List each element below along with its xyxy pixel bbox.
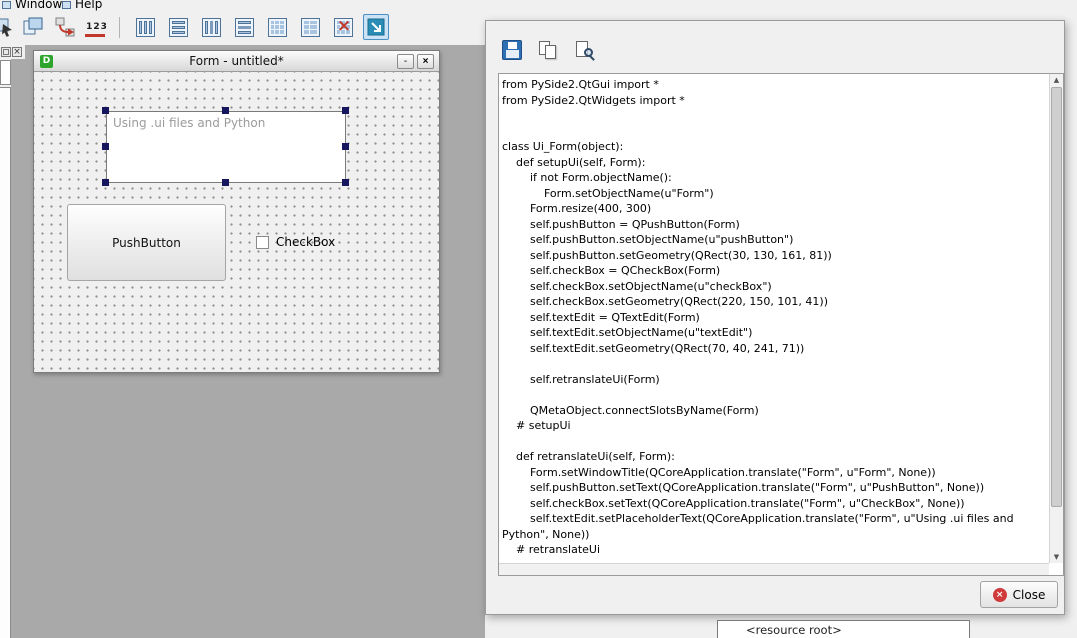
copy-button[interactable] xyxy=(534,36,562,64)
layout-vertical-icon xyxy=(169,18,188,37)
adjust-size-icon xyxy=(366,17,386,37)
close-icon: × xyxy=(993,588,1007,602)
selection-handle-bottom-center[interactable] xyxy=(222,179,229,186)
toolbar-button-layout-vertical[interactable] xyxy=(165,14,191,40)
toolbar-button-layout-grid[interactable] xyxy=(264,14,290,40)
close-button[interactable]: × Close xyxy=(980,581,1058,608)
menu-window-label: Window xyxy=(15,0,62,11)
checkbox-widget[interactable]: CheckBox xyxy=(256,235,335,249)
break-layout-icon: × xyxy=(334,18,353,37)
toolbar-separator xyxy=(119,17,120,38)
widget-box-dock-edge[interactable] xyxy=(0,87,11,638)
code-preview-toolbar xyxy=(498,36,598,64)
form-minimize-button[interactable]: - xyxy=(397,54,414,69)
close-button-label: Close xyxy=(1013,588,1046,602)
form-window-title: Form - untitled* xyxy=(34,54,439,68)
resource-browser-panel: <resource root> xyxy=(717,620,970,638)
help-menu-icon xyxy=(62,1,71,9)
qt-designer-window: Window Help 123 xyxy=(0,0,1077,638)
toolbar-button-break-layout[interactable]: × xyxy=(330,14,356,40)
menu-bar: Window Help xyxy=(0,0,1077,12)
scroll-up-arrow[interactable]: ▲ xyxy=(1050,74,1063,86)
find-button[interactable] xyxy=(570,36,598,64)
scroll-down-arrow[interactable]: ▼ xyxy=(1050,551,1063,563)
selection-handle-top-left[interactable] xyxy=(102,107,109,114)
menu-help[interactable]: Help xyxy=(62,0,102,12)
toolbar-button-edit-widgets[interactable] xyxy=(0,14,17,40)
textedit-widget[interactable]: Using .ui files and Python xyxy=(106,111,346,183)
toolbar-button-edit-tab-order[interactable]: 123 xyxy=(84,14,110,40)
layout-horizontal-icon xyxy=(136,18,155,37)
selection-handle-middle-right[interactable] xyxy=(342,143,349,150)
layout-grid-icon xyxy=(268,18,287,37)
code-preview-dialog: from PySide2.QtGui import * from PySide2… xyxy=(485,20,1065,615)
edit-buddies-icon xyxy=(55,17,75,37)
toolbar-button-layout-vertical-splitter[interactable] xyxy=(231,14,257,40)
checkbox-indicator[interactable] xyxy=(256,236,269,249)
toolbar-button-edit-buddies[interactable] xyxy=(52,14,78,40)
find-icon xyxy=(574,40,594,60)
toolbar-button-layout-horizontal-splitter[interactable] xyxy=(198,14,224,40)
menu-window[interactable]: Window xyxy=(2,0,62,12)
selection-handle-bottom-left[interactable] xyxy=(102,179,109,186)
pushbutton-widget[interactable]: PushButton xyxy=(67,204,226,281)
form-editor-window: D Form - untitled* - × Using .ui files a… xyxy=(33,50,440,373)
toolbar-button-edit-signals-slots[interactable] xyxy=(20,14,46,40)
save-icon xyxy=(502,40,522,60)
dock-close-button[interactable] xyxy=(12,47,22,57)
edit-widgets-icon xyxy=(0,17,14,37)
window-menu-icon xyxy=(2,1,11,9)
selection-handle-top-center[interactable] xyxy=(222,107,229,114)
menu-help-label: Help xyxy=(75,0,102,11)
layout-vertical-splitter-icon xyxy=(235,18,254,37)
scrollbar-handle[interactable] xyxy=(1051,87,1062,507)
layout-horizontal-splitter-icon xyxy=(202,18,221,37)
edit-signals-slots-icon xyxy=(23,17,43,37)
form-close-button[interactable]: × xyxy=(417,54,434,69)
dock-float-button[interactable] xyxy=(1,47,11,57)
selection-handle-bottom-right[interactable] xyxy=(342,179,349,186)
main-toolbar: 123 × xyxy=(0,12,485,45)
selection-handle-middle-left[interactable] xyxy=(102,143,109,150)
horizontal-scrollbar[interactable] xyxy=(499,563,1049,575)
selection-handle-top-right[interactable] xyxy=(342,107,349,114)
save-button[interactable] xyxy=(498,36,526,64)
generated-code-text[interactable]: from PySide2.QtGui import * from PySide2… xyxy=(502,77,1047,561)
code-viewer: from PySide2.QtGui import * from PySide2… xyxy=(498,73,1064,576)
edit-tab-order-icon: 123 xyxy=(86,22,108,32)
toolbar-button-layout-form[interactable] xyxy=(297,14,323,40)
dock-filter-box[interactable] xyxy=(0,60,11,85)
toolbar-button-adjust-size[interactable] xyxy=(363,14,389,40)
resource-root-item[interactable]: <resource root> xyxy=(746,623,842,637)
checkbox-label: CheckBox xyxy=(276,235,335,249)
form-canvas[interactable]: Using .ui files and Python PushButton Ch… xyxy=(34,72,439,372)
layout-form-icon xyxy=(301,18,320,37)
toolbar-button-layout-horizontal[interactable] xyxy=(132,14,158,40)
vertical-scrollbar[interactable]: ▲ ▼ xyxy=(1049,74,1063,563)
copy-icon xyxy=(538,40,558,60)
form-window-titlebar[interactable]: D Form - untitled* - × xyxy=(34,51,439,72)
